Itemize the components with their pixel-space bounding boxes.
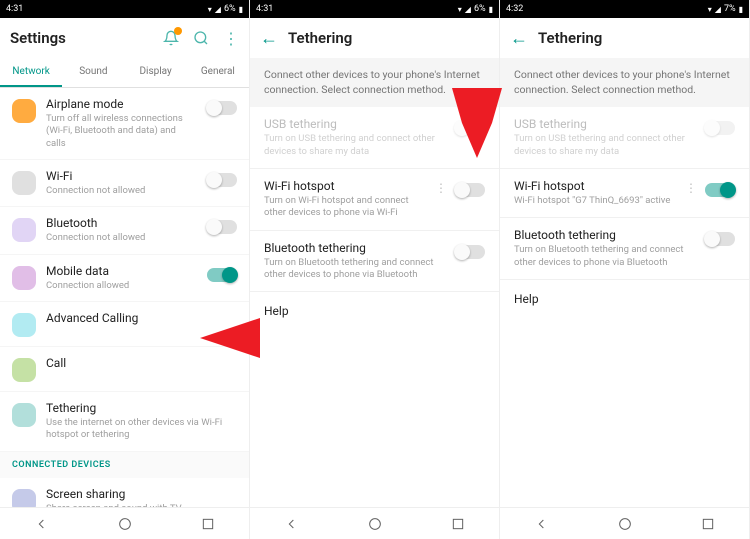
tabs: Network Sound Display General	[0, 58, 249, 88]
wifi-icon	[12, 171, 36, 195]
mobiledata-toggle[interactable]	[207, 268, 237, 282]
tethering-list: USB tetheringTurn on USB tethering and c…	[250, 107, 499, 507]
header: Settings ⋮	[0, 18, 249, 58]
bt-toggle[interactable]	[455, 245, 485, 259]
home-button[interactable]	[617, 516, 633, 532]
row-usb-tethering: USB tetheringTurn on USB tethering and c…	[500, 107, 749, 169]
pointer-arrow-icon	[200, 318, 260, 358]
section-header: CONNECTED DEVICES	[0, 452, 249, 478]
tab-display[interactable]: Display	[125, 58, 187, 87]
tab-general[interactable]: General	[187, 58, 249, 87]
row-wifi-hotspot[interactable]: Wi-Fi hotspotWi-Fi hotspot "G7 ThinQ_669…	[500, 169, 749, 218]
hotspot-toggle[interactable]	[705, 183, 735, 197]
row-bt-tethering[interactable]: Bluetooth tetheringTurn on Bluetooth tet…	[500, 218, 749, 280]
navbar	[500, 507, 749, 539]
advcalling-icon	[12, 313, 36, 337]
tethering-icon	[12, 403, 36, 427]
statusbar: 4:31 ▾◢6%▮	[250, 0, 499, 18]
notifications-icon[interactable]	[163, 30, 179, 46]
description: Connect other devices to your phone's In…	[500, 58, 749, 107]
screen-tethering-off: 4:31 ▾◢6%▮ ← Tethering Connect other dev…	[250, 0, 500, 539]
page-title: Tethering	[538, 29, 602, 47]
bluetooth-icon	[12, 218, 36, 242]
row-wifi[interactable]: Wi-FiConnection not allowed	[0, 160, 249, 207]
more-dots-icon[interactable]: ⋮	[435, 181, 447, 195]
screenshare-icon	[12, 489, 36, 507]
row-bt-tethering[interactable]: Bluetooth tetheringTurn on Bluetooth tet…	[250, 231, 499, 293]
wifi-toggle[interactable]	[207, 173, 237, 187]
search-icon[interactable]	[193, 30, 209, 46]
clock: 4:31	[6, 4, 23, 14]
header: ← Tethering	[250, 18, 499, 58]
recent-button[interactable]	[450, 516, 466, 532]
status-icons: ▾◢6%▮	[208, 4, 243, 14]
page-title: Tethering	[288, 29, 352, 47]
settings-list: Airplane modeTurn off all wireless conne…	[0, 88, 249, 507]
row-tethering[interactable]: TetheringUse the internet on other devic…	[0, 392, 249, 452]
tab-sound[interactable]: Sound	[62, 58, 124, 87]
recent-button[interactable]	[200, 516, 216, 532]
header: ← Tethering	[500, 18, 749, 58]
row-mobiledata[interactable]: Mobile dataConnection allowed	[0, 255, 249, 302]
tab-network[interactable]: Network	[0, 58, 62, 87]
bluetooth-toggle[interactable]	[207, 220, 237, 234]
clock: 4:31	[256, 4, 273, 14]
navbar	[250, 507, 499, 539]
back-icon[interactable]: ←	[260, 28, 278, 49]
row-bluetooth[interactable]: BluetoothConnection not allowed	[0, 207, 249, 254]
bt-toggle[interactable]	[705, 232, 735, 246]
navbar	[0, 507, 249, 539]
usb-toggle	[705, 121, 735, 135]
more-dots-icon[interactable]: ⋮	[685, 181, 697, 195]
clock: 4:32	[506, 4, 523, 14]
airplane-icon	[12, 99, 36, 123]
more-icon[interactable]: ⋮	[223, 30, 239, 46]
back-icon[interactable]: ←	[510, 28, 528, 49]
airplane-toggle[interactable]	[207, 101, 237, 115]
status-icons: ▾◢7%▮	[708, 4, 743, 14]
statusbar: 4:31 ▾◢6%▮	[0, 0, 249, 18]
help-link[interactable]: Help	[250, 292, 499, 330]
row-screenshare[interactable]: Screen sharingShare screen and sound wit…	[0, 478, 249, 507]
mobiledata-icon	[12, 266, 36, 290]
back-button[interactable]	[284, 516, 300, 532]
tethering-list: USB tetheringTurn on USB tethering and c…	[500, 107, 749, 507]
home-button[interactable]	[117, 516, 133, 532]
help-link[interactable]: Help	[500, 280, 749, 318]
statusbar: 4:32 ▾◢7%▮	[500, 0, 749, 18]
call-icon	[12, 358, 36, 382]
home-button[interactable]	[367, 516, 383, 532]
back-button[interactable]	[34, 516, 50, 532]
recent-button[interactable]	[700, 516, 716, 532]
row-airplane[interactable]: Airplane modeTurn off all wireless conne…	[0, 88, 249, 160]
back-button[interactable]	[534, 516, 550, 532]
hotspot-toggle[interactable]	[455, 183, 485, 197]
screen-settings: 4:31 ▾◢6%▮ Settings ⋮ Network Sound Disp…	[0, 0, 250, 539]
row-wifi-hotspot[interactable]: Wi-Fi hotspotTurn on Wi-Fi hotspot and c…	[250, 169, 499, 231]
pointer-arrow-icon	[452, 88, 502, 158]
status-icons: ▾◢6%▮	[458, 4, 493, 14]
screen-tethering-on: 4:32 ▾◢7%▮ ← Tethering Connect other dev…	[500, 0, 750, 539]
page-title: Settings	[10, 29, 66, 47]
